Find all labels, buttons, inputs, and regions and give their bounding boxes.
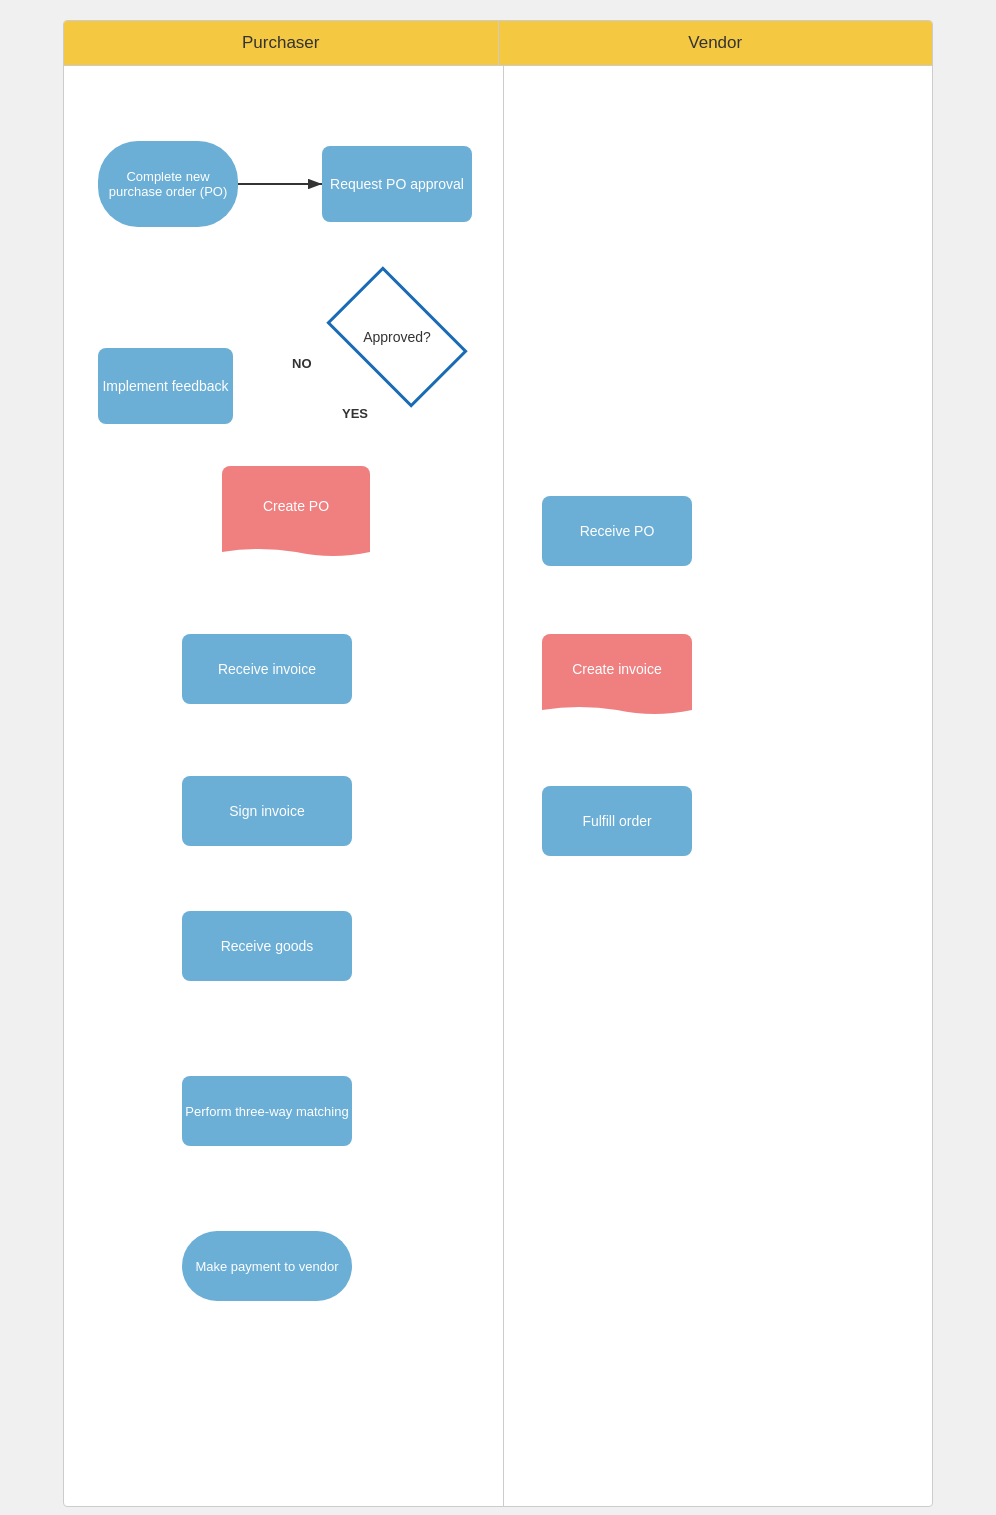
receive-invoice-node: Receive invoice xyxy=(182,634,352,704)
purchaser-header: Purchaser xyxy=(64,21,499,65)
vendor-header: Vendor xyxy=(499,21,933,65)
request-po-node: Request PO approval xyxy=(322,146,472,222)
approved-label: Approved? xyxy=(337,297,457,377)
receive-po-node: Receive PO xyxy=(542,496,692,566)
create-invoice-node: Create invoice xyxy=(542,634,692,704)
sign-invoice-node: Sign invoice xyxy=(182,776,352,846)
make-payment-node: Make payment to vendor xyxy=(182,1231,352,1301)
purchaser-label: Purchaser xyxy=(242,33,319,52)
receive-goods-node: Receive goods xyxy=(182,911,352,981)
three-way-node: Perform three-way matching xyxy=(182,1076,352,1146)
no-label: NO xyxy=(292,356,312,371)
create-po-node: Create PO xyxy=(222,466,370,546)
lane-headers: Purchaser Vendor xyxy=(64,21,932,66)
fulfill-order-node: Fulfill order xyxy=(542,786,692,856)
lanes-body: Complete new purchase order (PO) Request… xyxy=(64,66,932,1506)
yes-label: YES xyxy=(342,406,368,421)
vendor-label: Vendor xyxy=(688,33,742,52)
diagram-container: Purchaser Vendor xyxy=(63,20,933,1507)
complete-po-node: Complete new purchase order (PO) xyxy=(98,141,238,227)
implement-feedback-node: Implement feedback xyxy=(98,348,233,424)
